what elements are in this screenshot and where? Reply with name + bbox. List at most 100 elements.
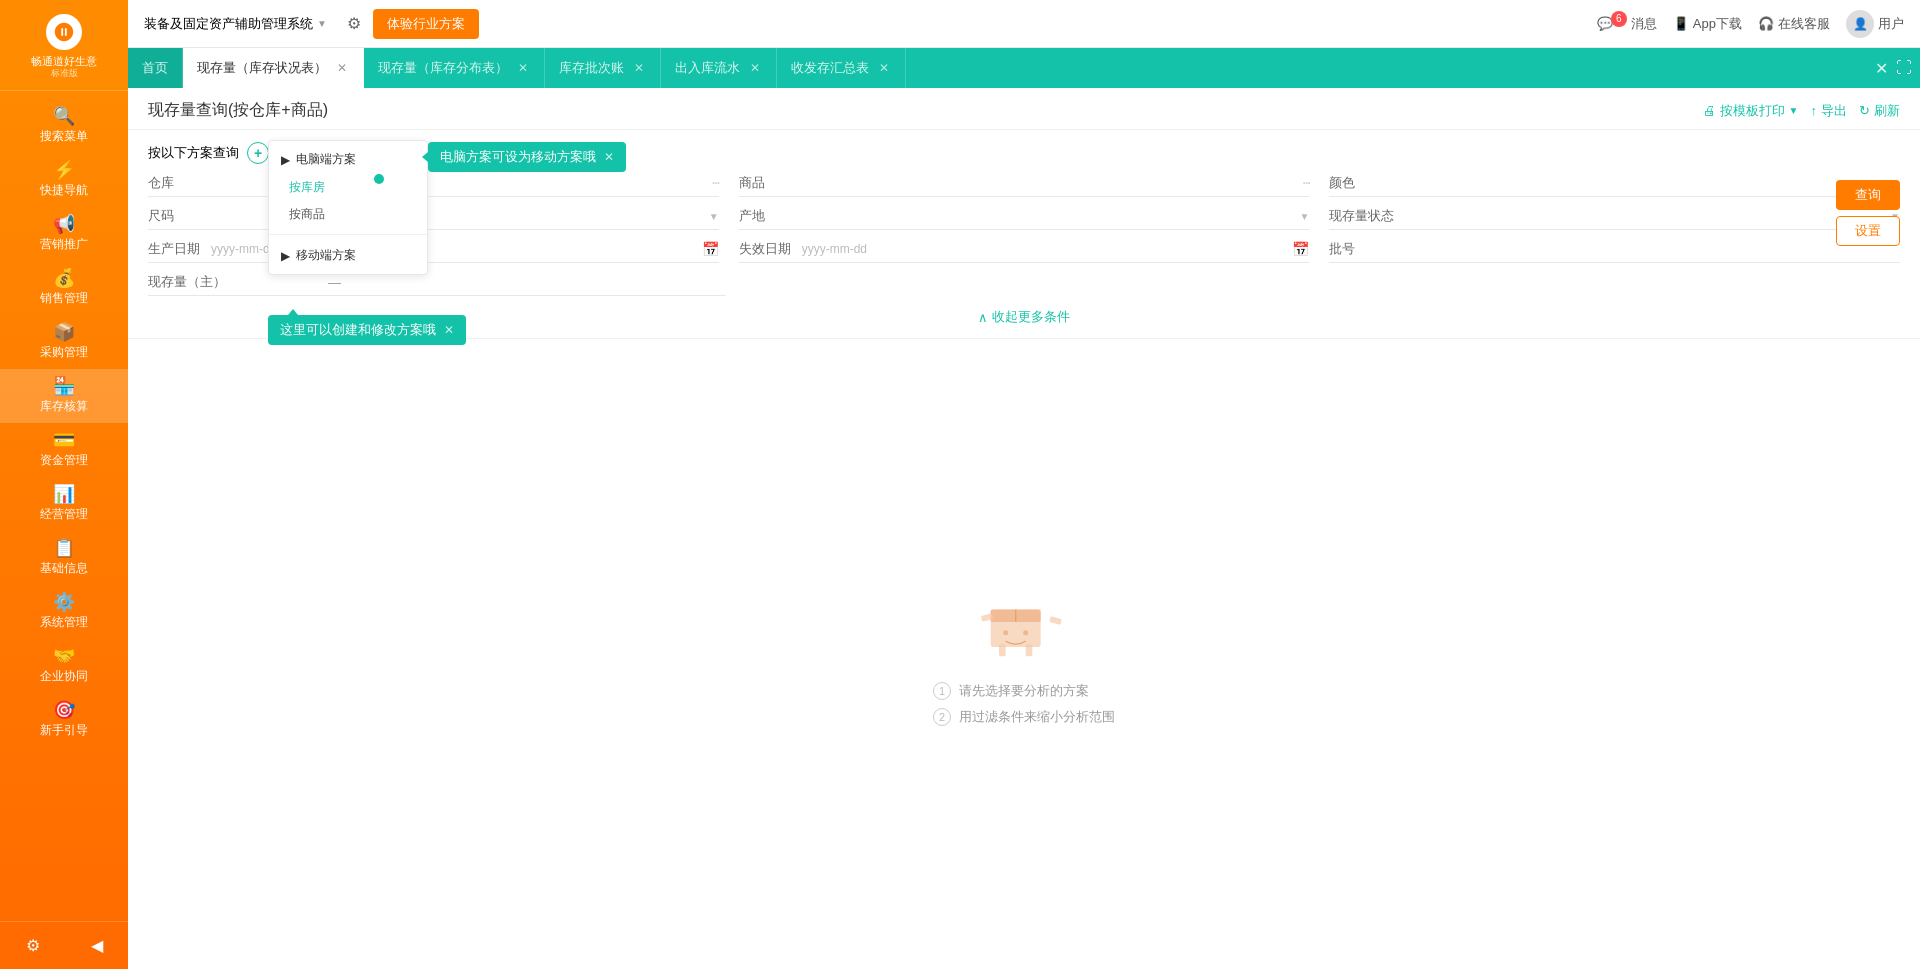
tab-stock-status[interactable]: 现存量（库存状况表） ✕ [183, 48, 364, 88]
goods-options-icon[interactable]: ··· [1302, 174, 1309, 192]
sidebar-item-label: 新手引导 [40, 722, 88, 739]
refresh-button[interactable]: ↻ 刷新 [1859, 102, 1900, 120]
basics-icon: 📋 [53, 539, 75, 557]
sidebar-bottom: ⚙ ◀ [0, 921, 128, 969]
export-icon: ↑ [1811, 103, 1818, 118]
expire-date-input[interactable] [802, 242, 1285, 256]
color-input[interactable] [1392, 176, 1882, 191]
sidebar-item-label: 营销推广 [40, 236, 88, 253]
tabs-bar: 首页 现存量（库存状况表） ✕ 现存量（库存分布表） ✕ 库存批次账 ✕ 出入库… [128, 48, 1920, 88]
size-dropdown-icon[interactable]: ▼ [709, 211, 719, 222]
print-button[interactable]: 🖨 按模板打印 ▼ [1703, 102, 1799, 120]
scheme-desktop-goods[interactable]: 按商品 [269, 201, 427, 228]
stock-status-input[interactable] [1402, 209, 1882, 224]
svg-rect-8 [1049, 616, 1062, 625]
expand-mobile-icon: ▶ [281, 249, 290, 263]
expand-icon: ▶ [281, 153, 290, 167]
scheme-desktop-header[interactable]: ▶ 电脑端方案 [269, 145, 427, 174]
message-button[interactable]: 💬 6 消息 [1597, 15, 1657, 33]
close-tab-icon[interactable]: ✕ [1875, 59, 1888, 78]
tab-close-summary[interactable]: ✕ [877, 61, 891, 75]
produce-date-label: 生产日期 [148, 240, 203, 258]
produce-date-calendar-icon[interactable]: 📅 [702, 241, 719, 257]
tab-close-stock-dist[interactable]: ✕ [516, 61, 530, 75]
step-num-1: 1 [933, 682, 951, 700]
sidebar-item-finance[interactable]: 💳 资金管理 [0, 423, 128, 477]
print-dropdown-icon: ▼ [1789, 105, 1799, 116]
goods-input[interactable] [802, 176, 1294, 191]
sidebar-item-guide[interactable]: 🎯 新手引导 [0, 693, 128, 747]
sidebar-item-label: 库存核算 [40, 398, 88, 415]
tab-close-batch[interactable]: ✕ [632, 61, 646, 75]
reset-button[interactable]: 设置 [1836, 216, 1900, 246]
warehouse-options-icon[interactable]: ··· [711, 174, 718, 192]
sidebar-menu: 🔍 搜索菜单 ⚡ 快捷导航 📢 营销推广 💰 销售管理 📦 采购管理 🏪 库存核… [0, 91, 128, 921]
sidebar-item-purchase[interactable]: 📦 采购管理 [0, 315, 128, 369]
sidebar: 畅通道好生意 标准版 🔍 搜索菜单 ⚡ 快捷导航 📢 营销推广 💰 销售管理 📦… [0, 0, 128, 969]
batch-input[interactable] [1392, 242, 1900, 257]
sidebar-item-nav[interactable]: ⚡ 快捷导航 [0, 153, 128, 207]
edit-tooltip-close[interactable]: ✕ [444, 323, 454, 337]
cursor-indicator [374, 174, 384, 184]
sidebar-item-label: 采购管理 [40, 344, 88, 361]
tab-close-inout[interactable]: ✕ [748, 61, 762, 75]
filter-label: 按以下方案查询 [148, 144, 239, 162]
collapse-sidebar-icon[interactable]: ◀ [85, 930, 109, 961]
search-button[interactable]: 查询 [1836, 180, 1900, 210]
sidebar-item-marketing[interactable]: 📢 营销推广 [0, 207, 128, 261]
collapse-button[interactable]: ∧ 收起更多条件 [978, 308, 1070, 326]
settings-bottom-icon[interactable]: ⚙ [20, 930, 46, 961]
sidebar-item-operations[interactable]: 📊 经营管理 [0, 477, 128, 531]
scheme-divider [269, 234, 427, 235]
expire-date-calendar-icon[interactable]: 📅 [1292, 241, 1309, 257]
stock-main-to[interactable] [355, 275, 435, 290]
sidebar-item-label: 经营管理 [40, 506, 88, 523]
export-button[interactable]: ↑ 导出 [1811, 102, 1848, 120]
tabs-end-buttons: ✕ ⛶ [1867, 48, 1920, 88]
sidebar-item-system[interactable]: ⚙️ 系统管理 [0, 585, 128, 639]
tab-close-stock-status[interactable]: ✕ [335, 61, 349, 75]
scheme-tooltip: 电脑方案可设为移动方案哦 ✕ [428, 142, 626, 172]
sidebar-item-search[interactable]: 🔍 搜索菜单 [0, 99, 128, 153]
add-scheme-button[interactable]: + [247, 142, 269, 164]
app-download-button[interactable]: 📱 App下载 [1673, 15, 1742, 33]
filter-area: 按以下方案查询 + ↻ ← 电脑方案可设为移动方案哦 ✕ ▶ 电脑端方案 [128, 130, 1920, 339]
origin-input[interactable] [802, 209, 1292, 224]
tab-inout[interactable]: 出入库流水 ✕ [661, 48, 777, 88]
operations-icon: 📊 [53, 485, 75, 503]
tab-stock-dist[interactable]: 现存量（库存分布表） ✕ [364, 48, 545, 88]
enterprise-icon: 🤝 [53, 647, 75, 665]
sidebar-item-inventory[interactable]: 🏪 库存核算 [0, 369, 128, 423]
tab-summary[interactable]: 收发存汇总表 ✕ [777, 48, 906, 88]
stock-main-from[interactable] [234, 275, 314, 290]
header-settings-icon[interactable]: ⚙ [347, 14, 361, 33]
fullscreen-icon[interactable]: ⛶ [1896, 59, 1912, 77]
online-service-button[interactable]: 🎧 在线客服 [1758, 15, 1830, 33]
phone-icon: 📱 [1673, 16, 1689, 31]
scheme-desktop-warehouse[interactable]: 按库房 [269, 174, 427, 201]
origin-dropdown-icon[interactable]: ▼ [1299, 211, 1309, 222]
sidebar-item-sales[interactable]: 💰 销售管理 [0, 261, 128, 315]
sidebar-item-label: 基础信息 [40, 560, 88, 577]
nav-icon: ⚡ [53, 161, 75, 179]
scheme-tooltip-close[interactable]: ✕ [604, 150, 614, 164]
sales-icon: 💰 [53, 269, 75, 287]
sidebar-item-enterprise[interactable]: 🤝 企业协同 [0, 639, 128, 693]
tab-home[interactable]: 首页 [128, 48, 183, 88]
collapse-up-icon: ∧ [978, 310, 988, 325]
sidebar-item-label: 搜索菜单 [40, 128, 88, 145]
sidebar-item-label: 快捷导航 [40, 182, 88, 199]
scheme-mobile-header[interactable]: ▶ 移动端方案 [269, 241, 427, 270]
edit-scheme-tooltip: 这里可以创建和修改方案哦 ✕ [268, 315, 466, 345]
guide-icon: 🎯 [53, 701, 75, 719]
dropdown-arrow-icon: ▼ [317, 18, 327, 29]
top-header: 装备及固定资产辅助管理系统 ▼ ⚙ 体验行业方案 💬 6 消息 📱 App下载 … [128, 0, 1920, 48]
user-button[interactable]: 👤 用户 [1846, 10, 1904, 38]
empty-step-2: 2 用过滤条件来缩小分析范围 [933, 708, 1115, 726]
sidebar-item-basics[interactable]: 📋 基础信息 [0, 531, 128, 585]
sidebar-item-label: 资金管理 [40, 452, 88, 469]
tab-batch[interactable]: 库存批次账 ✕ [545, 48, 661, 88]
system-dropdown[interactable]: 装备及固定资产辅助管理系统 ▼ [144, 15, 327, 33]
trial-button[interactable]: 体验行业方案 [373, 9, 479, 39]
svg-point-3 [1003, 630, 1008, 635]
